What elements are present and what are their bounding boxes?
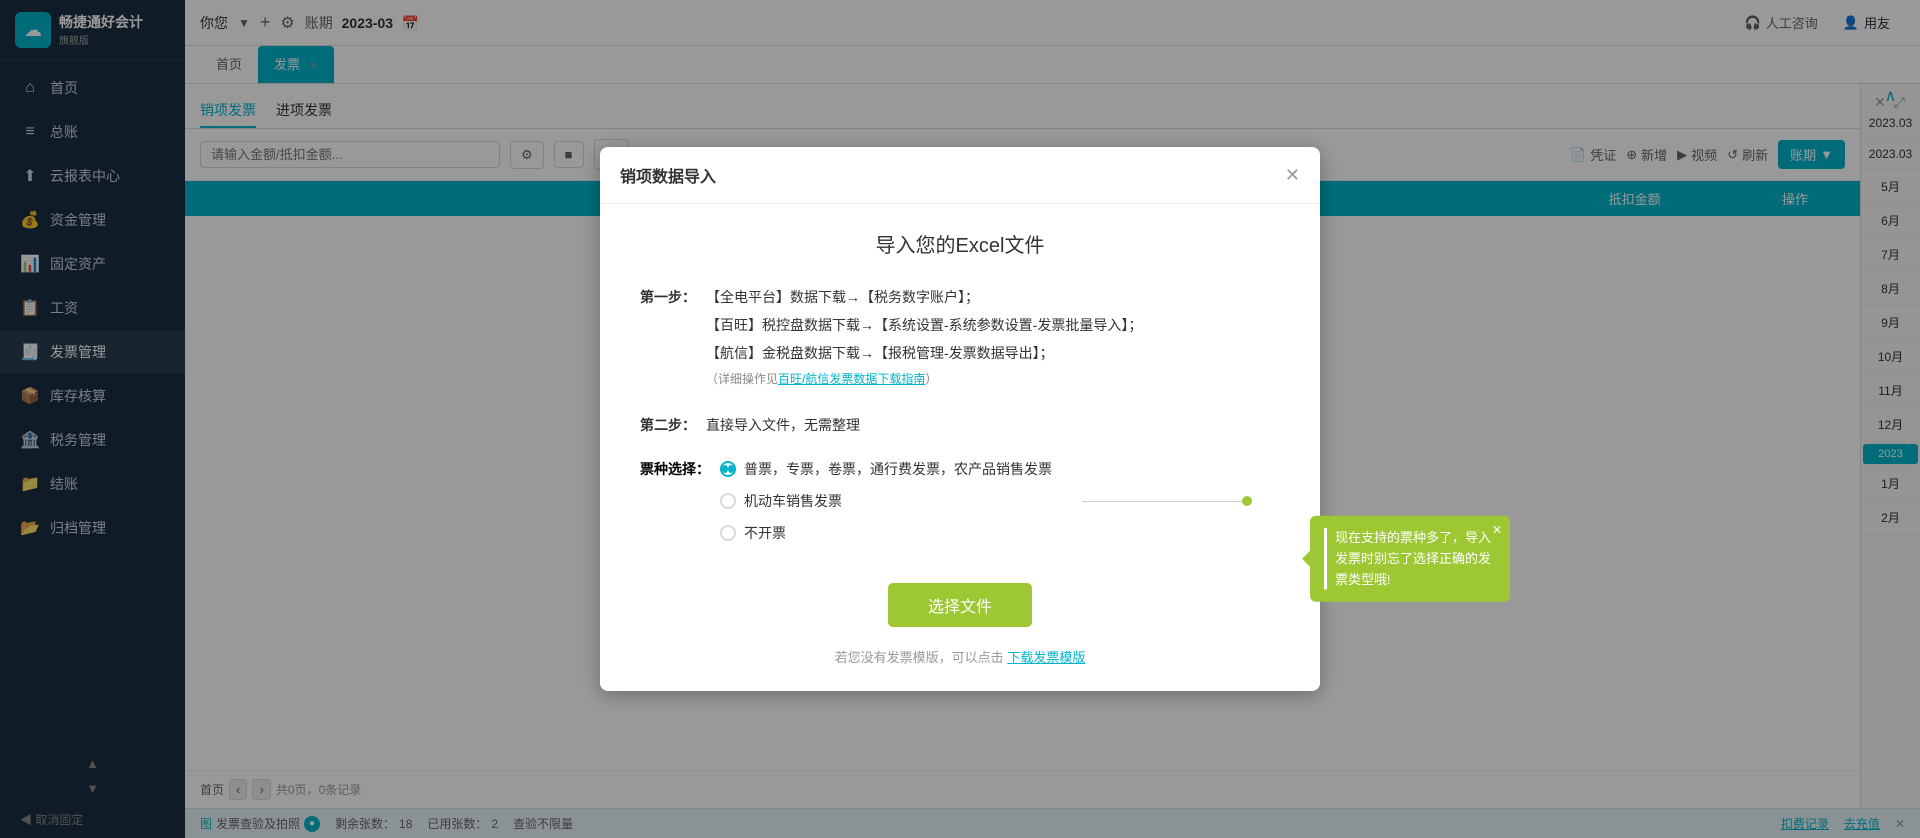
step2-label: 第二步： <box>640 411 696 439</box>
ticket-type-label: 票种选择： <box>640 459 710 479</box>
radio-1-label: 普票，专票，卷票，通行费发票，农产品销售发票 <box>744 459 1052 479</box>
radio-option-2[interactable]: 机动车销售发票 <box>720 491 1052 511</box>
radio-group: 普票，专票，卷票，通行费发票，农产品销售发票 机动车销售发票 <box>720 459 1052 543</box>
step1-label: 第一步： <box>640 283 696 391</box>
step1-content: 第一步： 【全电平台】数据下载→【税务数字账户】； 【百旺】税控盘数据下载→【系… <box>640 283 1280 391</box>
step1-lines: 【全电平台】数据下载→【税务数字账户】； 【百旺】税控盘数据下载→【系统设置-系… <box>706 283 1142 391</box>
select-file-section: 选择文件 <box>640 583 1280 627</box>
step1-link-line: （详细操作见百旺/航信发票数据下载指南） <box>706 367 1142 391</box>
invoice-type-section: 票种选择： 普票，专票，卷票，通行费发票，农产品销售发票 机动车销售 <box>640 459 1280 563</box>
tooltip-bubble: ✕ 现在支持的票种多了，导入发票时别忘了选择正确的发票类型哦! <box>1310 516 1510 602</box>
modal-main-title: 导入您的Excel文件 <box>640 229 1280 258</box>
download-template-link[interactable]: 下载发票模版 <box>1007 650 1085 665</box>
step2-content: 第二步： 直接导入文件，无需整理 <box>640 411 1280 439</box>
select-file-btn[interactable]: 选择文件 <box>888 583 1032 627</box>
radio-2-circle <box>720 493 736 509</box>
radio-1-circle <box>720 461 736 477</box>
modal-overlay: 销项数据导入 ✕ 导入您的Excel文件 第一步： 【全电平台】数据下载→【税务… <box>0 0 1920 838</box>
radio-2-label: 机动车销售发票 <box>744 491 842 511</box>
invoice-type-row: 票种选择： 普票，专票，卷票，通行费发票，农产品销售发票 机动车销售 <box>640 459 1280 563</box>
step1-line-1: 【全电平台】数据下载→【税务数字账户】； <box>706 283 1142 311</box>
radio-option-3[interactable]: 不开票 <box>720 523 1052 543</box>
step1-line-3: 【航信】金税盘数据下载→【报税管理-发票数据导出】； <box>706 339 1142 367</box>
modal-step-2: 第二步： 直接导入文件，无需整理 <box>640 411 1280 439</box>
tooltip-close-btn[interactable]: ✕ <box>1492 521 1502 540</box>
tooltip-bar <box>1324 528 1327 590</box>
radio-3-circle <box>720 525 736 541</box>
radio-option-1[interactable]: 普票，专票，卷票，通行费发票，农产品销售发票 <box>720 459 1052 479</box>
import-modal: 销项数据导入 ✕ 导入您的Excel文件 第一步： 【全电平台】数据下载→【税务… <box>600 147 1320 691</box>
modal-close-btn[interactable]: ✕ <box>1285 165 1300 186</box>
tooltip-connector <box>1082 496 1252 506</box>
modal-step-1: 第一步： 【全电平台】数据下载→【税务数字账户】； 【百旺】税控盘数据下载→【系… <box>640 283 1280 391</box>
step1-line-2: 【百旺】税控盘数据下载→【系统设置-系统参数设置-发票批量导入】； <box>706 311 1142 339</box>
radio-3-label: 不开票 <box>744 523 786 543</box>
footer-text: 若您没有发票模版，可以点击 <box>835 650 1004 665</box>
modal-header: 销项数据导入 ✕ <box>600 147 1320 204</box>
guide-link[interactable]: 百旺/航信发票数据下载指南 <box>778 372 925 386</box>
tooltip-text: 现在支持的票种多了，导入发票时别忘了选择正确的发票类型哦! <box>1335 528 1496 590</box>
tooltip-content: 现在支持的票种多了，导入发票时别忘了选择正确的发票类型哦! <box>1324 528 1496 590</box>
step2-text: 直接导入文件，无需整理 <box>706 411 860 439</box>
modal-footer: 若您没有发票模版，可以点击 下载发票模版 <box>640 647 1280 666</box>
modal-title: 销项数据导入 <box>620 163 716 187</box>
modal-body: 导入您的Excel文件 第一步： 【全电平台】数据下载→【税务数字账户】； 【百… <box>600 204 1320 691</box>
